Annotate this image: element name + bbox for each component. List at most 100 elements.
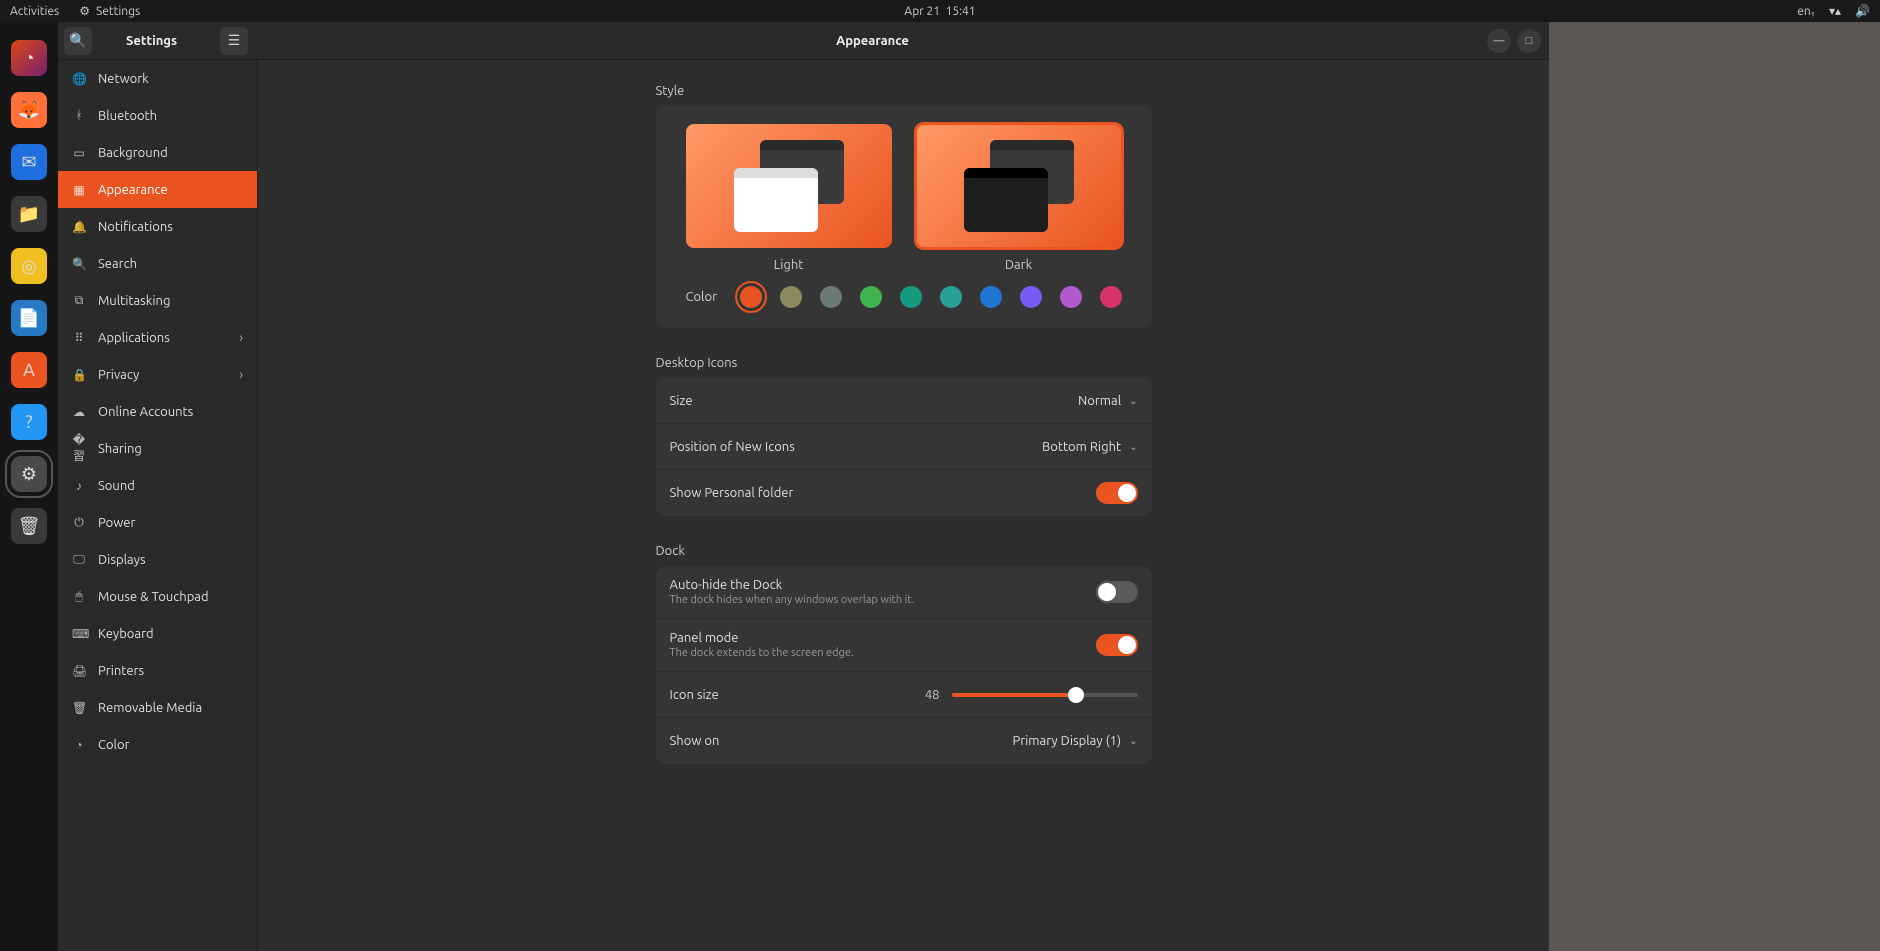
accent-color-8[interactable] — [1060, 286, 1082, 308]
dock-section: Dock Auto-hide the Dock The dock hides w… — [656, 544, 1152, 764]
sidebar-item-bluetooth[interactable]: ᚼBluetooth — [58, 97, 257, 134]
dock-thunderbird[interactable]: ✉ — [11, 144, 47, 180]
sidebar-item-sharing[interactable]: �習Sharing — [58, 430, 257, 467]
network-icon[interactable]: ▾▴ — [1829, 4, 1841, 18]
sidebar-item-privacy[interactable]: 🔒Privacy› — [58, 356, 257, 393]
clock-date: Apr 21 — [904, 5, 940, 18]
dock-rhythmbox[interactable]: ◎ — [11, 248, 47, 284]
dock-distro[interactable]: ◔ — [11, 40, 47, 76]
sidebar-item-label: Mouse & Touchpad — [98, 590, 209, 604]
accent-color-3[interactable] — [860, 286, 882, 308]
panel-mode-switch[interactable] — [1096, 634, 1138, 656]
sidebar-item-sound[interactable]: ♪Sound — [58, 467, 257, 504]
dock-software[interactable]: A — [11, 352, 47, 388]
autohide-label: Auto-hide the Dock — [670, 578, 915, 592]
volume-icon[interactable]: 🔊 — [1855, 4, 1870, 18]
settings-content: Style Light — [258, 60, 1549, 951]
accent-color-9[interactable] — [1100, 286, 1122, 308]
icon-position-value: Bottom Right — [1042, 440, 1121, 454]
sidebar-item-label: Search — [98, 257, 137, 271]
accent-color-5[interactable] — [940, 286, 962, 308]
sidebar-icon: 🔒 — [72, 368, 86, 382]
chevron-down-icon: ⌄ — [1129, 735, 1137, 747]
icon-position-row[interactable]: Position of New Icons Bottom Right ⌄ — [656, 424, 1152, 470]
input-lang-indicator[interactable]: en₁ — [1797, 5, 1815, 18]
sidebar-item-keyboard[interactable]: ⌨Keyboard — [58, 615, 257, 652]
settings-window: 🔍 Settings ☰ Appearance — □ 🌐NetworkᚼBlu… — [58, 22, 1549, 951]
light-label: Light — [686, 258, 892, 272]
dock-help[interactable]: ? — [11, 404, 47, 440]
dock-writer[interactable]: 📄 — [11, 300, 47, 336]
sidebar-item-label: Privacy — [98, 368, 139, 382]
dock-firefox[interactable]: 🦊 — [11, 92, 47, 128]
sidebar-item-network[interactable]: 🌐 Network — [58, 60, 257, 97]
sidebar-icon: 🗑 — [72, 701, 86, 715]
accent-color-7[interactable] — [1020, 286, 1042, 308]
light-thumbnail — [686, 124, 892, 248]
sidebar-icon: ⧉ — [72, 294, 86, 308]
dock-trash[interactable]: 🗑 — [11, 508, 47, 544]
style-option-dark[interactable]: Dark — [916, 124, 1122, 272]
dock-icon-size-row: Icon size 48 — [656, 672, 1152, 718]
dock-settings[interactable]: ⚙ — [11, 456, 47, 492]
sidebar-item-label: Applications — [98, 331, 170, 345]
sidebar-item-label: Appearance — [98, 183, 168, 197]
sidebar-icon: 🌐 — [72, 72, 86, 86]
slider-handle[interactable] — [1068, 687, 1084, 703]
dock-files[interactable]: 📁 — [11, 196, 47, 232]
sidebar-item-appearance[interactable]: ▦ Appearance — [58, 171, 257, 208]
chevron-down-icon: ⌄ — [1129, 441, 1137, 453]
clock-time: 15:41 — [946, 5, 976, 18]
accent-color-2[interactable] — [820, 286, 842, 308]
sidebar-item-applications[interactable]: ⠿Applications› — [58, 319, 257, 356]
sidebar-item-power[interactable]: ⏻ Power — [58, 504, 257, 541]
sidebar-item-search[interactable]: 🔍Search — [58, 245, 257, 282]
sidebar-item-background[interactable]: ▭Background — [58, 134, 257, 171]
sidebar-icon: ⌨ — [72, 627, 86, 641]
sidebar-item-label: Online Accounts — [98, 405, 193, 419]
icon-position-label: Position of New Icons — [670, 440, 795, 454]
personal-folder-switch[interactable] — [1096, 482, 1138, 504]
activities-button[interactable]: Activities — [10, 5, 59, 18]
sidebar-icon: 🖨 — [72, 664, 86, 678]
autohide-switch[interactable] — [1096, 581, 1138, 603]
accent-color-4[interactable] — [900, 286, 922, 308]
hamburger-button[interactable]: ☰ — [220, 27, 248, 55]
sidebar-item-label: Network — [98, 72, 149, 86]
app-indicator-label: Settings — [96, 5, 140, 18]
dock-show-on-label: Show on — [670, 734, 720, 748]
sidebar-item-mouse-touchpad[interactable]: 🖱Mouse & Touchpad — [58, 578, 257, 615]
dock-show-on-row[interactable]: Show on Primary Display (1) ⌄ — [656, 718, 1152, 764]
style-option-light[interactable]: Light — [686, 124, 892, 272]
clock[interactable]: Apr 21 15:41 — [904, 5, 975, 18]
sidebar-item-displays[interactable]: 🖵Displays — [58, 541, 257, 578]
app-indicator[interactable]: ⚙ Settings — [79, 4, 140, 18]
settings-sidebar: 🌐 Network ᚼBluetooth▭Background ▦ Appearance… — [58, 60, 258, 951]
sidebar-icon: ⏻ — [72, 516, 86, 530]
accent-color-6[interactable] — [980, 286, 1002, 308]
minimize-button[interactable]: — — [1487, 29, 1511, 53]
search-button[interactable]: 🔍 — [64, 27, 92, 55]
maximize-button[interactable]: □ — [1517, 29, 1541, 53]
sidebar-item-removable-media[interactable]: 🗑 Removable Media — [58, 689, 257, 726]
dock-heading: Dock — [656, 544, 1152, 558]
sidebar-item-printers[interactable]: 🖨Printers — [58, 652, 257, 689]
sidebar-item-multitasking[interactable]: ⧉Multitasking — [58, 282, 257, 319]
accent-color-0[interactable] — [740, 286, 762, 308]
sidebar-item-notifications[interactable]: 🔔Notifications — [58, 208, 257, 245]
sidebar-icon: ▦ — [72, 183, 86, 197]
dock-icon-size-slider[interactable] — [952, 693, 1138, 697]
autohide-row: Auto-hide the Dock The dock hides when a… — [656, 566, 1152, 619]
sidebar-icon: ⠿ — [72, 331, 86, 345]
autohide-sub: The dock hides when any windows overlap … — [670, 594, 915, 606]
accent-color-1[interactable] — [780, 286, 802, 308]
menu-icon: ☰ — [228, 32, 241, 49]
sidebar-item-label: Removable Media — [98, 701, 202, 715]
sidebar-item-online-accounts[interactable]: ☁Online Accounts — [58, 393, 257, 430]
sidebar-item-color[interactable]: ◔Color — [58, 726, 257, 763]
accent-color-swatches — [740, 286, 1122, 308]
page-title: Appearance — [258, 34, 1487, 48]
maximize-icon: □ — [1526, 35, 1533, 47]
icon-size-row[interactable]: Size Normal ⌄ — [656, 378, 1152, 424]
sidebar-item-label: Power — [98, 516, 135, 530]
